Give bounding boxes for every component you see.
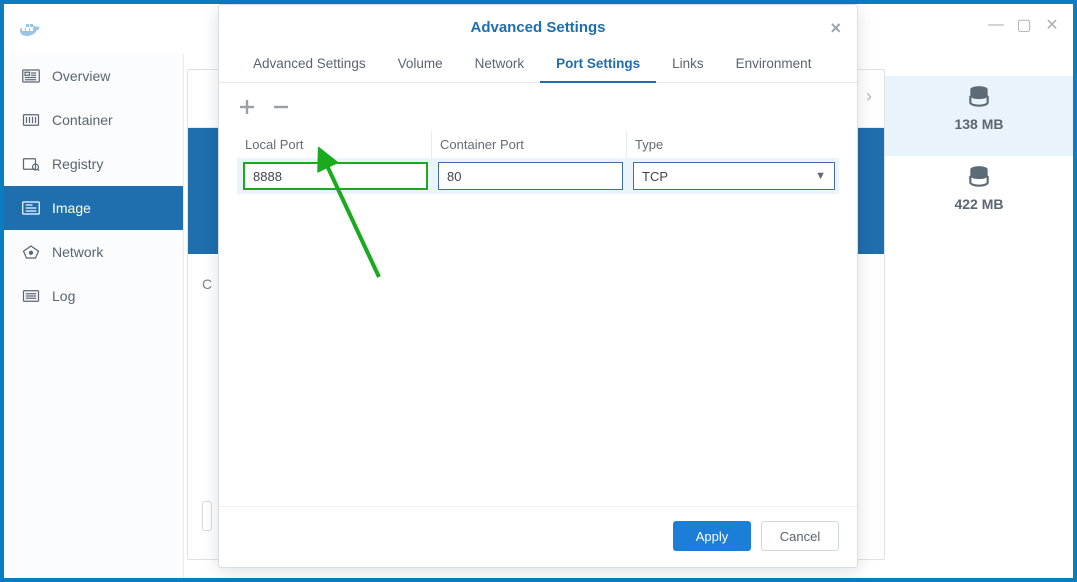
sidebar-item-log[interactable]: Log bbox=[4, 274, 183, 318]
port-row[interactable]: TCP ▼ bbox=[237, 158, 839, 194]
container-icon bbox=[22, 112, 40, 128]
docker-whale-icon bbox=[18, 17, 42, 41]
advanced-settings-modal: Advanced Settings × Advanced Settings Vo… bbox=[218, 4, 858, 568]
registry-icon bbox=[22, 156, 40, 172]
apply-button[interactable]: Apply bbox=[673, 521, 751, 551]
sidebar: Overview Container Registry Image Networ… bbox=[4, 54, 184, 578]
overview-icon bbox=[22, 68, 40, 84]
image-size-value: 138 MB bbox=[954, 116, 1003, 132]
image-size-value: 422 MB bbox=[954, 196, 1003, 212]
tab-links[interactable]: Links bbox=[656, 48, 720, 82]
sidebar-item-label: Log bbox=[52, 288, 75, 304]
sidebar-item-label: Registry bbox=[52, 156, 103, 172]
tab-environment[interactable]: Environment bbox=[720, 48, 828, 82]
tab-network[interactable]: Network bbox=[459, 48, 541, 82]
image-icon bbox=[22, 200, 40, 216]
sidebar-item-label: Network bbox=[52, 244, 103, 260]
network-icon bbox=[22, 244, 40, 260]
column-header-local-port[interactable]: Local Port bbox=[237, 131, 432, 158]
sidebar-item-image[interactable]: Image bbox=[4, 186, 183, 230]
tab-port-settings[interactable]: Port Settings bbox=[540, 48, 656, 83]
column-header-type[interactable]: Type bbox=[627, 131, 839, 158]
add-row-icon[interactable] bbox=[237, 97, 257, 117]
window-close-icon[interactable]: ✕ bbox=[1045, 18, 1059, 32]
window-minimize-icon[interactable]: — bbox=[989, 18, 1003, 32]
database-icon bbox=[966, 164, 992, 190]
image-size-card[interactable]: 422 MB bbox=[885, 156, 1073, 236]
sidebar-item-registry[interactable]: Registry bbox=[4, 142, 183, 186]
sidebar-item-container[interactable]: Container bbox=[4, 98, 183, 142]
local-port-input[interactable] bbox=[243, 162, 428, 190]
close-icon[interactable]: × bbox=[830, 18, 841, 39]
sidebar-item-label: Overview bbox=[52, 68, 110, 84]
right-info-column: 138 MB 422 MB bbox=[885, 76, 1073, 236]
chevron-down-icon: ▼ bbox=[815, 170, 826, 182]
image-size-card[interactable]: 138 MB bbox=[885, 76, 1073, 156]
modal-title: Advanced Settings × bbox=[219, 5, 857, 48]
tab-volume[interactable]: Volume bbox=[382, 48, 459, 82]
sidebar-item-label: Container bbox=[52, 112, 113, 128]
modal-tabs: Advanced Settings Volume Network Port Se… bbox=[219, 48, 857, 83]
sidebar-item-label: Image bbox=[52, 200, 91, 216]
sidebar-item-overview[interactable]: Overview bbox=[4, 54, 183, 98]
modal-title-text: Advanced Settings bbox=[470, 19, 605, 36]
port-settings-table: Local Port Container Port Type TCP ▼ bbox=[237, 131, 839, 194]
back-window-next-icon[interactable]: › bbox=[866, 86, 872, 107]
window-maximize-icon[interactable]: ▢ bbox=[1017, 18, 1031, 32]
cancel-button[interactable]: Cancel bbox=[761, 521, 839, 551]
container-port-input[interactable] bbox=[438, 162, 623, 190]
back-label-c: C bbox=[202, 276, 212, 292]
remove-row-icon[interactable] bbox=[271, 97, 291, 117]
type-select-value: TCP bbox=[642, 169, 668, 184]
type-select[interactable]: TCP ▼ bbox=[633, 162, 835, 190]
column-header-container-port[interactable]: Container Port bbox=[432, 131, 627, 158]
tab-advanced-settings[interactable]: Advanced Settings bbox=[237, 48, 382, 82]
database-icon bbox=[966, 84, 992, 110]
sidebar-item-network[interactable]: Network bbox=[4, 230, 183, 274]
back-button-stub bbox=[202, 501, 212, 531]
log-icon bbox=[22, 288, 40, 304]
